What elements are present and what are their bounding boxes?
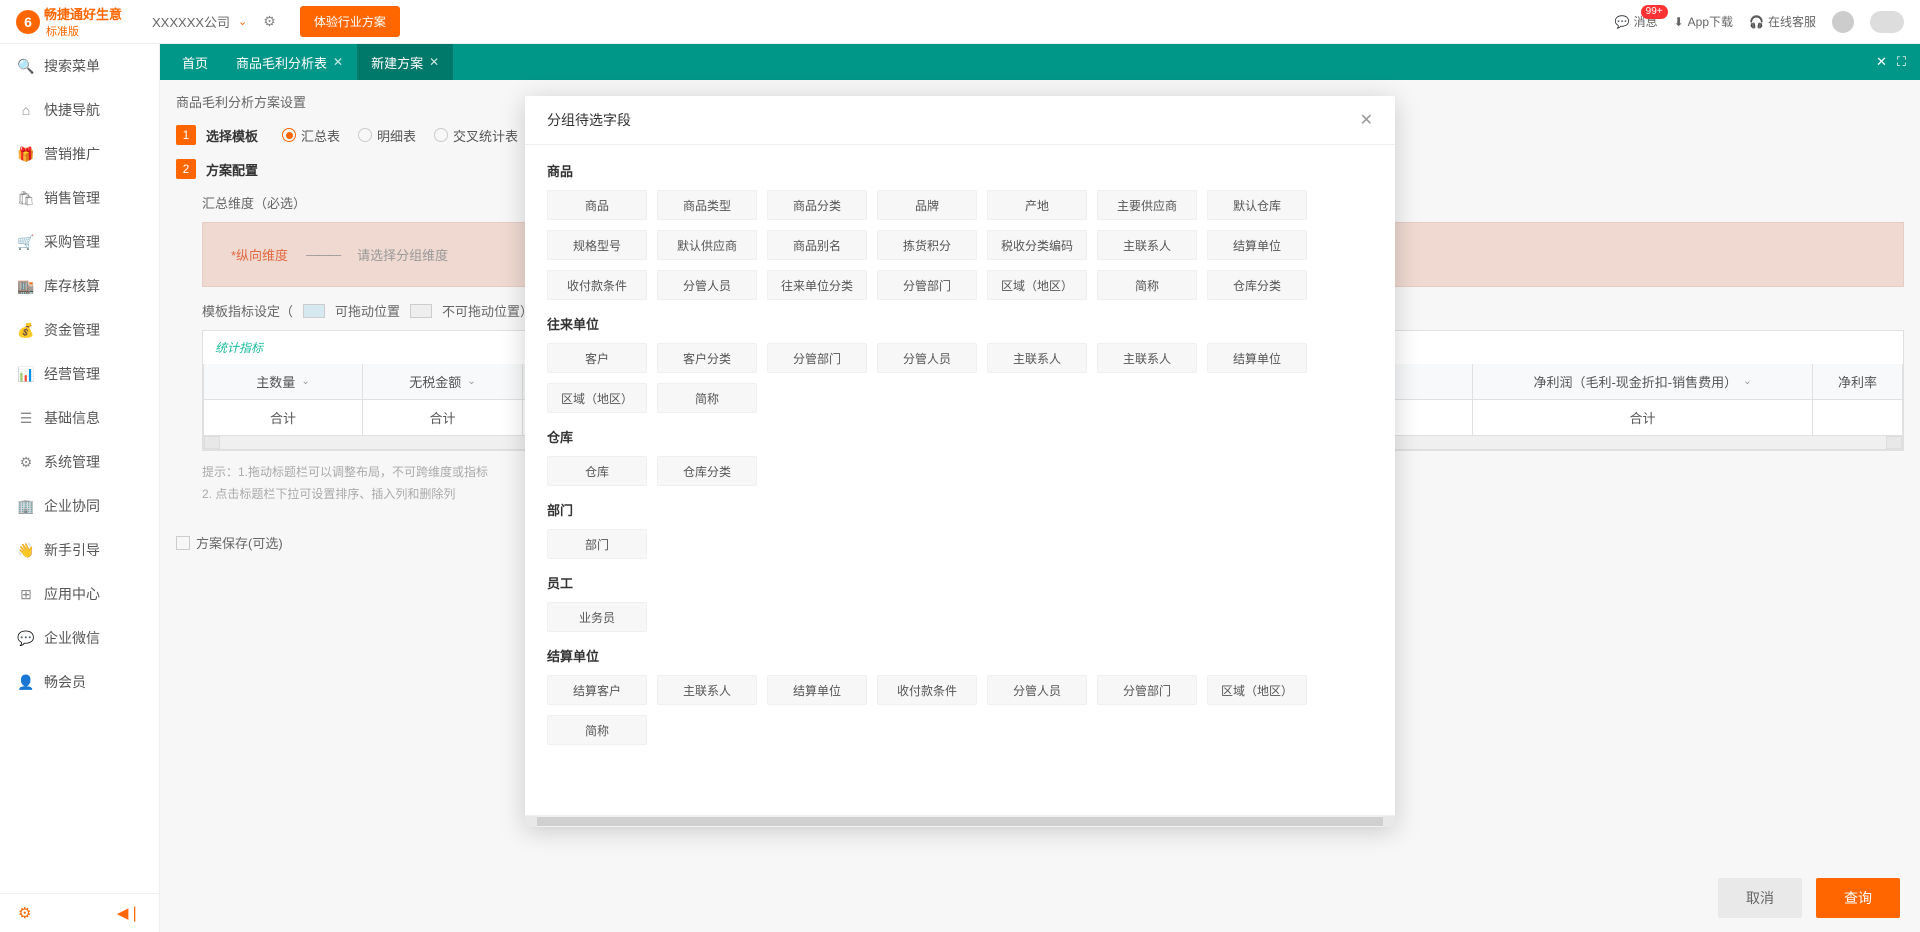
field-item[interactable]: 商品别名 <box>767 230 867 260</box>
field-item[interactable]: 业务员 <box>547 602 647 632</box>
field-item[interactable]: 结算单位 <box>767 675 867 705</box>
field-item[interactable]: 默认供应商 <box>657 230 757 260</box>
field-item[interactable]: 客户 <box>547 343 647 373</box>
field-item[interactable]: 区域（地区） <box>987 270 1087 300</box>
field-item[interactable]: 区域（地区） <box>1207 675 1307 705</box>
group-items-5: 结算客户主联系人结算单位收付款条件分管人员分管部门区域（地区） 简称 <box>547 675 1373 745</box>
field-item[interactable]: 产地 <box>987 190 1087 220</box>
field-item[interactable]: 收付款条件 <box>547 270 647 300</box>
field-item[interactable]: 客户分类 <box>657 343 757 373</box>
field-item[interactable]: 往来单位分类 <box>767 270 867 300</box>
field-item[interactable]: 品牌 <box>877 190 977 220</box>
field-item[interactable]: 简称 <box>547 715 647 745</box>
field-item[interactable]: 默认仓库 <box>1207 190 1307 220</box>
close-icon[interactable]: ✕ <box>1360 110 1373 130</box>
group-title-2: 仓库 <box>547 427 1373 446</box>
field-item[interactable]: 分管人员 <box>877 343 977 373</box>
field-item[interactable]: 仓库分类 <box>1207 270 1307 300</box>
field-item[interactable]: 主联系人 <box>987 343 1087 373</box>
field-item[interactable]: 规格型号 <box>547 230 647 260</box>
field-item[interactable]: 分管部门 <box>1097 675 1197 705</box>
group-title-5: 结算单位 <box>547 646 1373 665</box>
field-item[interactable]: 主联系人 <box>657 675 757 705</box>
group-items-1: 客户客户分类分管部门分管人员主联系人主联系人结算单位区域（地区）简称 <box>547 343 1373 413</box>
field-item[interactable]: 分管人员 <box>657 270 757 300</box>
group-title-1: 往来单位 <box>547 314 1373 333</box>
field-modal: 分组待选字段 ✕ 商品商品商品类型商品分类品牌产地主要供应商默认仓库规格型号默认… <box>525 96 1395 827</box>
group-items-0: 商品商品类型商品分类品牌产地主要供应商默认仓库规格型号默认供应商商品别名拣货积分… <box>547 190 1373 300</box>
field-item[interactable]: 分管部门 <box>767 343 867 373</box>
field-item[interactable]: 简称 <box>1097 270 1197 300</box>
group-title-4: 员工 <box>547 573 1373 592</box>
modal-title: 分组待选字段 <box>547 110 631 130</box>
field-item[interactable]: 区域（地区） <box>547 383 647 413</box>
field-item[interactable]: 税收分类编码 <box>987 230 1087 260</box>
field-item[interactable]: 仓库分类 <box>657 456 757 486</box>
field-item[interactable]: 拣货积分 <box>877 230 977 260</box>
field-item[interactable]: 部门 <box>547 529 647 559</box>
field-item[interactable]: 简称 <box>657 383 757 413</box>
field-item[interactable]: 商品分类 <box>767 190 867 220</box>
field-item[interactable]: 仓库 <box>547 456 647 486</box>
field-item[interactable]: 主要供应商 <box>1097 190 1197 220</box>
group-title-3: 部门 <box>547 500 1373 519</box>
field-item[interactable]: 商品类型 <box>657 190 757 220</box>
modal-h-scrollbar[interactable] <box>525 815 1395 827</box>
field-item[interactable]: 主联系人 <box>1097 343 1197 373</box>
group-title-0: 商品 <box>547 161 1373 180</box>
group-items-4: 业务员 <box>547 602 1373 632</box>
modal-body: 商品商品商品类型商品分类品牌产地主要供应商默认仓库规格型号默认供应商商品别名拣货… <box>525 145 1395 815</box>
field-item[interactable]: 分管人员 <box>987 675 1087 705</box>
field-item[interactable]: 结算单位 <box>1207 343 1307 373</box>
field-item[interactable]: 收付款条件 <box>877 675 977 705</box>
field-item[interactable]: 结算单位 <box>1207 230 1307 260</box>
group-items-3: 部门 <box>547 529 1373 559</box>
field-item[interactable]: 分管部门 <box>877 270 977 300</box>
group-items-2: 仓库仓库分类 <box>547 456 1373 486</box>
field-item[interactable]: 主联系人 <box>1097 230 1197 260</box>
modal-overlay: 分组待选字段 ✕ 商品商品商品类型商品分类品牌产地主要供应商默认仓库规格型号默认… <box>0 0 1920 932</box>
field-item[interactable]: 商品 <box>547 190 647 220</box>
field-item[interactable]: 结算客户 <box>547 675 647 705</box>
